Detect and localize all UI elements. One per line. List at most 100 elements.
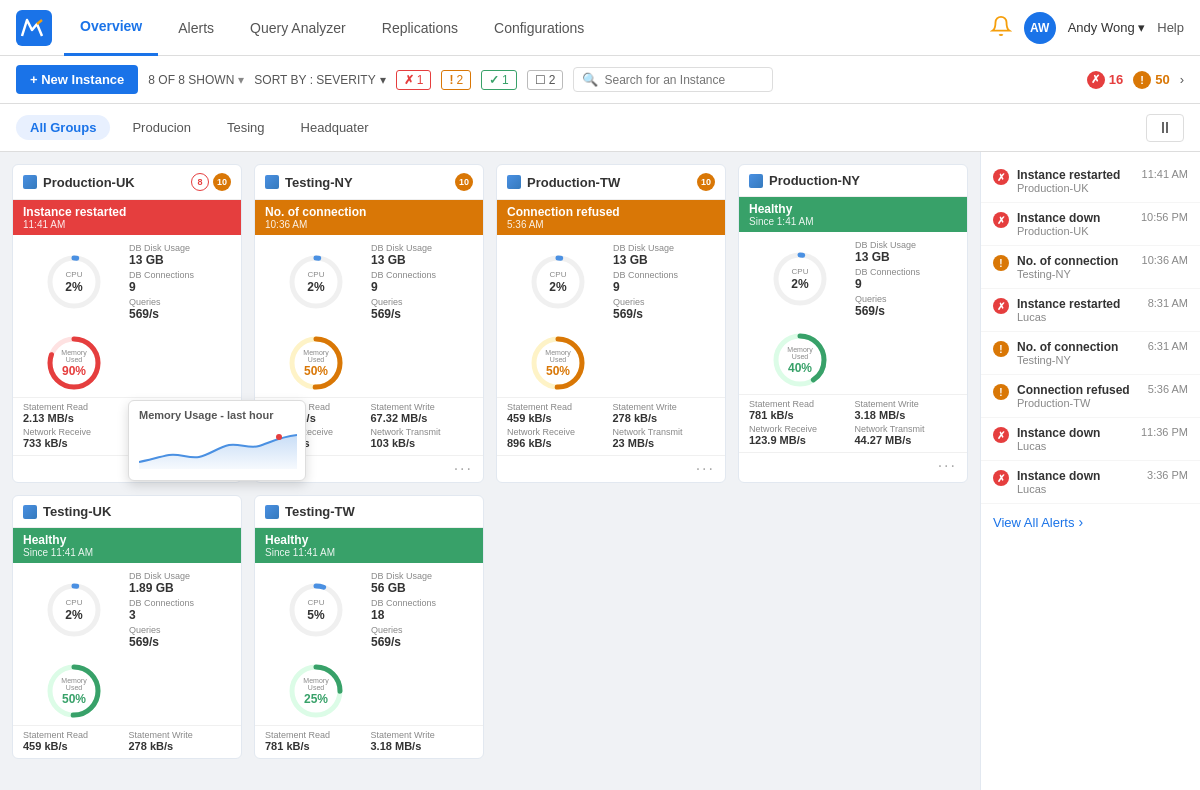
cpu-gauge: CPU 2% [23,252,125,312]
db-icon [507,175,521,189]
memory-gauge: Memory Used 90% [23,333,125,393]
badge-yellow: 10 [455,173,473,191]
more-options-button[interactable]: ··· [454,460,473,478]
status-text: Instance restarted [23,205,231,219]
status-bar-green: Healthy Since 11:41 AM [255,528,483,563]
instance-card-production-tw: Production-TW 10 Connection refused 5:36… [496,164,726,483]
card-title: Production-NY [769,173,860,188]
pause-button[interactable]: ⏸ [1146,114,1184,142]
pagination-arrow[interactable]: › [1180,72,1184,87]
shown-info: 8 OF 8 SHOWN ▾ [148,73,244,87]
db-icon [749,174,763,188]
tab-alerts[interactable]: Alerts [162,0,230,56]
main-layout: Production-UK 8 10 Instance restarted 11… [0,152,1200,790]
group-tab-headquater[interactable]: Headquater [287,115,383,140]
status-bar-yellow: Connection refused 5:36 AM [497,200,725,235]
card-header: Testing-NY 10 [255,165,483,200]
status-time: 11:41 AM [23,219,231,230]
card-title: Testing-TW [285,504,355,519]
logo [16,10,52,46]
instance-card-testing-uk: Testing-UK Healthy Since 11:41 AM CPU [12,495,242,759]
tab-configurations[interactable]: Configurations [478,0,600,56]
alert-content: Instance down Lucas [1017,426,1133,452]
instances-panel: Production-UK 8 10 Instance restarted 11… [0,152,980,790]
filter-badge-ok[interactable]: ✓1 [481,70,517,90]
error-icon: ✗ [993,470,1009,486]
alert-item-8[interactable]: ✗ Instance down Lucas 3:36 PM [981,461,1200,504]
db-icon [265,175,279,189]
svg-point-25 [276,434,282,440]
card-header: Production-NY [739,165,967,197]
alert-content: Connection refused Production-TW [1017,383,1140,409]
status-bar-green: Healthy Since 1:41 AM [739,197,967,232]
instance-card-testing-tw: Testing-TW Healthy Since 11:41 AM CPU [254,495,484,759]
mini-chart [139,427,297,469]
warning-icon: ! [993,255,1009,271]
warning-alert-count[interactable]: ! 50 [1133,71,1169,89]
alert-content: Instance restarted Lucas [1017,297,1140,323]
db-icon [23,505,37,519]
alert-item-1[interactable]: ✗ Instance restarted Production-UK 11:41… [981,160,1200,203]
warning-icon: ! [993,384,1009,400]
status-bar-green: Healthy Since 11:41 AM [13,528,241,563]
view-all-alerts[interactable]: View All Alerts › [981,504,1200,540]
right-metrics: DB Disk Usage13 GB DB Connections9 Queri… [129,243,231,321]
alert-item-5[interactable]: ! No. of connection Testing-NY 6:31 AM [981,332,1200,375]
card-title: Testing-UK [43,504,111,519]
alert-item-2[interactable]: ✗ Instance down Production-UK 10:56 PM [981,203,1200,246]
db-icon [265,505,279,519]
nav-right: AW Andy Wong ▾ Help [990,12,1184,44]
alert-content: No. of connection Testing-NY [1017,340,1140,366]
search-icon: 🔍 [582,72,598,87]
sort-dropdown-icon: ▾ [380,73,386,87]
new-instance-button[interactable]: + New Instance [16,65,138,94]
filter-badge-warning[interactable]: !2 [441,70,471,90]
card-header: Testing-UK [13,496,241,528]
right-panel: ✗ Instance restarted Production-UK 11:41… [980,152,1200,790]
alert-item-3[interactable]: ! No. of connection Testing-NY 10:36 AM [981,246,1200,289]
help-button[interactable]: Help [1157,20,1184,35]
badge-red: 8 [191,173,209,191]
error-alert-count[interactable]: ✗ 16 [1087,71,1123,89]
toolbar: + New Instance 8 OF 8 SHOWN ▾ SORT BY : … [0,56,1200,104]
search-input[interactable] [604,73,764,87]
tab-query-analyzer[interactable]: Query Analyzer [234,0,362,56]
alert-item-4[interactable]: ✗ Instance restarted Lucas 8:31 AM [981,289,1200,332]
badge-yellow: 10 [697,173,715,191]
more-options-button[interactable]: ··· [696,460,715,478]
memory-tooltip: Memory Usage - last hour [128,400,306,481]
shown-dropdown-icon[interactable]: ▾ [238,73,244,87]
card-header: Testing-TW [255,496,483,528]
warning-icon: ! [993,341,1009,357]
badge-yellow: 10 [213,173,231,191]
alert-item-7[interactable]: ✗ Instance down Lucas 11:36 PM [981,418,1200,461]
group-tab-all[interactable]: All Groups [16,115,110,140]
card-title: Testing-NY [285,175,353,190]
alert-content: Instance down Lucas [1017,469,1139,495]
alert-item-6[interactable]: ! Connection refused Production-TW 5:36 … [981,375,1200,418]
top-nav: Overview Alerts Query Analyzer Replicati… [0,0,1200,56]
error-icon: ✗ [993,212,1009,228]
status-bar-yellow: No. of connection 10:36 AM [255,200,483,235]
more-options-button[interactable]: ··· [938,457,957,475]
tab-replications[interactable]: Replications [366,0,474,56]
user-avatar: AW [1024,12,1056,44]
filter-badge-default[interactable]: ☐2 [527,70,564,90]
search-box[interactable]: 🔍 [573,67,773,92]
card-badges: 8 10 [191,173,231,191]
card-header: Production-UK 8 10 [13,165,241,200]
tooltip-title: Memory Usage - last hour [139,409,295,421]
db-icon [23,175,37,189]
alert-content: Instance restarted Production-UK [1017,168,1134,194]
group-tab-production[interactable]: Producion [118,115,205,140]
filter-badge-error[interactable]: ✗1 [396,70,432,90]
group-tab-testing[interactable]: Tesing [213,115,279,140]
bell-icon[interactable] [990,15,1012,40]
sort-info[interactable]: SORT BY : SEVERITY ▾ [254,73,385,87]
tab-overview[interactable]: Overview [64,0,158,56]
alert-content: Instance down Production-UK [1017,211,1133,237]
chevron-right-icon: › [1078,514,1083,530]
card-title: Production-TW [527,175,620,190]
instance-card-production-ny: Production-NY Healthy Since 1:41 AM CPU [738,164,968,483]
groups-bar: All Groups Producion Tesing Headquater ⏸ [0,104,1200,152]
